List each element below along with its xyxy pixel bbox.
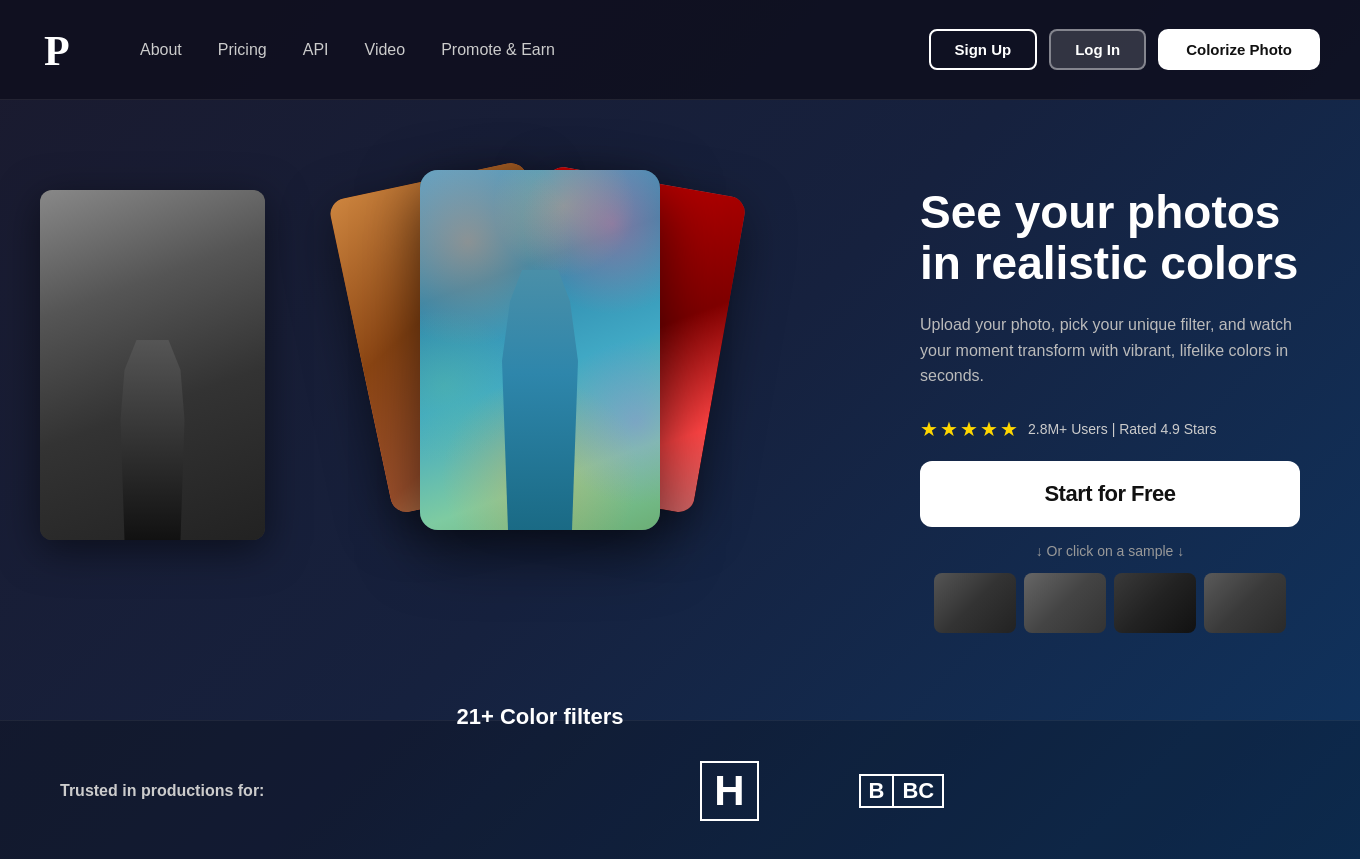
color-filters-label: 21+ Color filters [457, 704, 624, 730]
nav-api[interactable]: API [303, 41, 329, 59]
trusted-label: Trusted in productions for: [60, 780, 264, 802]
bbc-b1: B [859, 774, 895, 808]
colorize-button[interactable]: Colorize Photo [1158, 29, 1320, 70]
hero-content: See your photos in realistic colors Uplo… [920, 187, 1300, 633]
sample-thumbnail-3[interactable] [1114, 573, 1196, 633]
card-center-inner [420, 170, 660, 530]
stars: ★ ★ ★ ★ ★ [920, 417, 1018, 441]
bw-photo [40, 190, 265, 540]
bw-figure [113, 340, 193, 540]
rating-row: ★ ★ ★ ★ ★ 2.8M+ Users | Rated 4.9 Stars [920, 417, 1300, 441]
sample-thumbnail-2[interactable] [1024, 573, 1106, 633]
or-click-label: ↓ Or click on a sample ↓ [920, 543, 1300, 559]
trusted-section: Trusted in productions for: H B BC [0, 720, 1360, 859]
center-figure [490, 270, 590, 530]
login-button[interactable]: Log In [1049, 29, 1146, 70]
star-3: ★ [960, 417, 978, 441]
svg-text:P: P [44, 30, 70, 70]
brand-logos: H B BC [344, 761, 1300, 821]
header: P About Pricing API Video Promote & Earn… [0, 0, 1360, 100]
star-2: ★ [940, 417, 958, 441]
photo-stack-area: 21+ Color filters [40, 140, 800, 680]
sample-thumbnail-4[interactable] [1204, 573, 1286, 633]
start-free-button[interactable]: Start for Free [920, 461, 1300, 527]
rating-text: 2.8M+ Users | Rated 4.9 Stars [1028, 421, 1216, 437]
star-4: ★ [980, 417, 998, 441]
card-center-main [420, 170, 660, 530]
hero-title: See your photos in realistic colors [920, 187, 1300, 288]
signup-button[interactable]: Sign Up [929, 29, 1038, 70]
logo[interactable]: P [40, 30, 80, 70]
bbc-b2: BC [894, 774, 944, 808]
hero-description: Upload your photo, pick your unique filt… [920, 312, 1300, 389]
hero-section: 21+ Color filters See your photos in rea… [0, 100, 1360, 720]
star-5: ★ [1000, 417, 1018, 441]
nav-promote-earn[interactable]: Promote & Earn [441, 41, 555, 59]
star-1: ★ [920, 417, 938, 441]
bw-photo-inner [40, 190, 265, 540]
nav-video[interactable]: Video [365, 41, 406, 59]
bbc-logo: B BC [859, 774, 945, 808]
sample-thumbnail-1[interactable] [934, 573, 1016, 633]
main-nav: About Pricing API Video Promote & Earn [140, 41, 929, 59]
sample-thumbnails [920, 573, 1300, 633]
nav-about[interactable]: About [140, 41, 182, 59]
header-buttons: Sign Up Log In Colorize Photo [929, 29, 1321, 70]
history-channel-logo: H [700, 761, 758, 821]
card-stack: 21+ Color filters [300, 170, 780, 690]
nav-pricing[interactable]: Pricing [218, 41, 267, 59]
